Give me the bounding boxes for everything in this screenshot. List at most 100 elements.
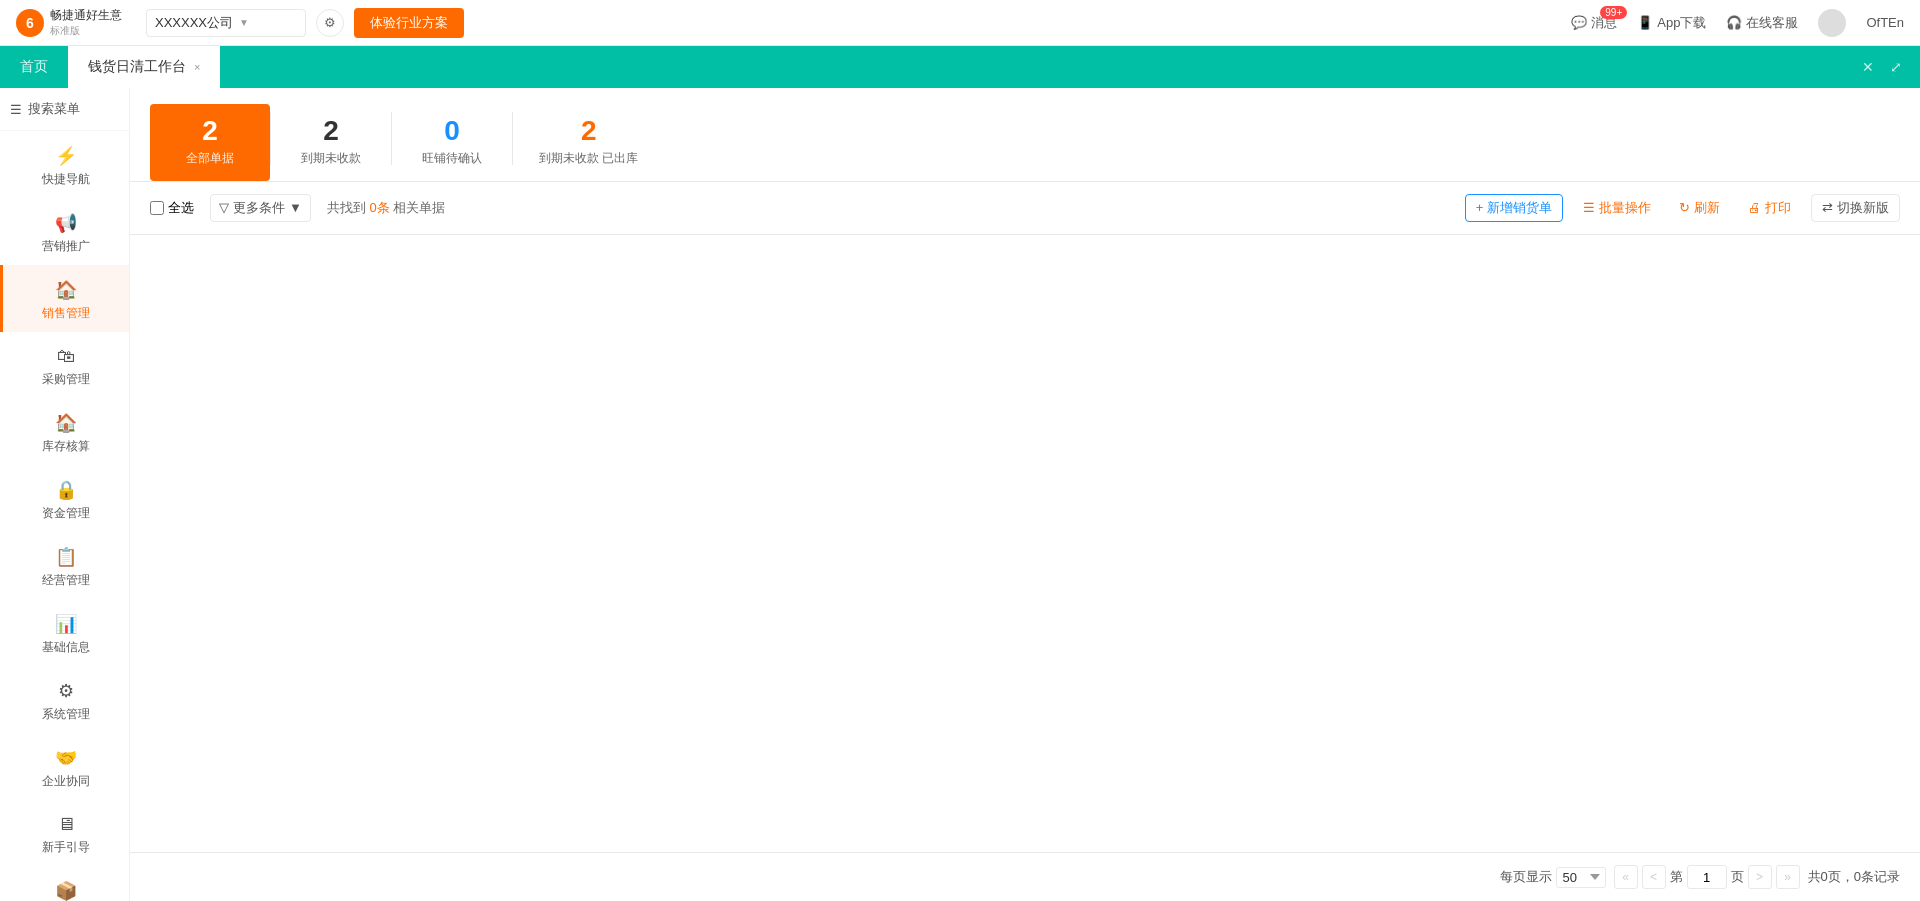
main-layout: ☰ 搜索菜单 ⚡ 快捷导航 📢 营销推广 🏠 销售管理 🛍 采购管理 🏠 库存核…: [0, 88, 1920, 901]
sidebar-item-basic-info[interactable]: 📊 基础信息: [0, 599, 129, 666]
sidebar-item-marketing[interactable]: 📢 营销推广: [0, 198, 129, 265]
trial-button[interactable]: 体验行业方案: [354, 8, 464, 38]
stat-num-all: 2: [202, 114, 218, 148]
switch-icon: ⇄: [1822, 200, 1833, 215]
sidebar-item-guide[interactable]: 🖥 新手引导: [0, 800, 129, 866]
select-all-checkbox[interactable]: 全选: [150, 199, 194, 217]
filter-button[interactable]: ▽ 更多条件 ▼: [210, 194, 311, 222]
stats-row: 2 全部单据 2 到期未收款 0 旺铺待确认 2 到期未收款 已出库: [130, 88, 1920, 182]
sidebar-item-system[interactable]: ⚙ 系统管理: [0, 666, 129, 733]
tab-home[interactable]: 首页: [0, 46, 68, 88]
app-center-icon: 📦: [55, 880, 77, 901]
found-text: 共找到 0条 相关单据: [327, 199, 445, 217]
switch-version-button[interactable]: ⇄ 切换新版: [1811, 194, 1900, 222]
message-badge: 99+: [1600, 6, 1627, 19]
purchase-icon: 🛍: [57, 346, 75, 367]
chevron-filter-icon: ▼: [289, 200, 302, 215]
first-page-button[interactable]: «: [1614, 865, 1638, 889]
select-all-input[interactable]: [150, 201, 164, 215]
top-header: 6 畅捷通好生意 标准版 XXXXXX公司 ▼ ⚙ 体验行业方案 💬 消息 99…: [0, 0, 1920, 46]
stat-card-shipped[interactable]: 2 到期未收款 已出库: [513, 104, 664, 181]
sidebar: ☰ 搜索菜单 ⚡ 快捷导航 📢 营销推广 🏠 销售管理 🛍 采购管理 🏠 库存核…: [0, 88, 130, 901]
sidebar-item-purchase[interactable]: 🛍 采购管理: [0, 332, 129, 398]
download-icon: 📱: [1637, 15, 1653, 30]
logo-text: 畅捷通好生意 标准版: [50, 8, 122, 37]
page-suffix: 页: [1731, 868, 1744, 886]
stat-label-overdue: 到期未收款: [301, 150, 361, 167]
tab-work-bench[interactable]: 钱货日清工作台 ×: [68, 46, 220, 88]
message-button[interactable]: 💬 消息 99+: [1571, 14, 1617, 32]
toolbar: 全选 ▽ 更多条件 ▼ 共找到 0条 相关单据 + 新增销货单 ☰ 批量操作 ↻: [130, 182, 1920, 235]
refresh-button[interactable]: ↻ 刷新: [1671, 195, 1728, 221]
cooperation-icon: 🤝: [55, 747, 77, 769]
online-service-button[interactable]: 🎧 在线客服: [1726, 14, 1798, 32]
company-name: XXXXXX公司: [155, 14, 233, 32]
sidebar-item-sales[interactable]: 🏠 销售管理: [0, 265, 129, 332]
add-sale-button[interactable]: + 新增销货单: [1465, 194, 1563, 222]
inventory-icon: 🏠: [55, 412, 77, 434]
message-icon: 💬: [1571, 15, 1587, 30]
stat-num-shipped: 2: [581, 114, 597, 148]
avatar[interactable]: [1818, 9, 1846, 37]
search-menu-button[interactable]: ☰ 搜索菜单: [0, 88, 129, 131]
sidebar-item-cooperation[interactable]: 🤝 企业协同: [0, 733, 129, 800]
sidebar-item-operations[interactable]: 📋 经营管理: [0, 532, 129, 599]
sidebar-item-app-center[interactable]: 📦 应用中心: [0, 866, 129, 901]
settings-button[interactable]: ⚙: [316, 9, 344, 37]
quick-nav-icon: ⚡: [55, 145, 77, 167]
gear-icon: ⚙: [324, 15, 336, 30]
content-area: 2 全部单据 2 到期未收款 0 旺铺待确认 2 到期未收款 已出库: [130, 88, 1920, 901]
page-label: 第: [1670, 868, 1683, 886]
page-nav: « < 第 页 > »: [1614, 865, 1800, 889]
sidebar-item-finance[interactable]: 🔒 资金管理: [0, 465, 129, 532]
stat-label-all: 全部单据: [186, 150, 234, 167]
app-download-button[interactable]: 📱 App下载: [1637, 14, 1706, 32]
page-size-select-input[interactable]: 10 20 50 100: [1556, 867, 1606, 888]
sales-icon: 🏠: [55, 279, 77, 301]
last-page-button[interactable]: »: [1776, 865, 1800, 889]
refresh-icon: ↻: [1679, 200, 1690, 215]
stat-num-wangpu: 0: [444, 114, 460, 148]
logo-area: 6 畅捷通好生意 标准版: [16, 8, 146, 37]
stat-card-overdue[interactable]: 2 到期未收款: [271, 104, 391, 181]
header-right: 💬 消息 99+ 📱 App下载 🎧 在线客服 OfTEn: [1571, 9, 1904, 37]
service-icon: 🎧: [1726, 15, 1742, 30]
close-tab-button[interactable]: ✕: [1854, 55, 1882, 79]
stat-label-shipped: 到期未收款 已出库: [539, 150, 638, 167]
maximize-tab-button[interactable]: ⤢: [1882, 55, 1910, 79]
stat-label-wangpu: 旺铺待确认: [422, 150, 482, 167]
table-area: [130, 235, 1920, 852]
basic-info-icon: 📊: [55, 613, 77, 635]
found-count: 0条: [370, 200, 390, 215]
page-size-selector[interactable]: 每页显示 10 20 50 100: [1500, 867, 1606, 888]
search-icon: ☰: [10, 102, 22, 117]
stat-card-wangpu[interactable]: 0 旺铺待确认: [392, 104, 512, 181]
page-number-input[interactable]: [1687, 865, 1727, 889]
batch-icon: ☰: [1583, 200, 1595, 215]
avatar-name: OfTEn: [1866, 15, 1904, 30]
stat-num-overdue: 2: [323, 114, 339, 148]
print-button[interactable]: 🖨 打印: [1740, 195, 1799, 221]
prev-page-button[interactable]: <: [1642, 865, 1666, 889]
sidebar-item-inventory[interactable]: 🏠 库存核算: [0, 398, 129, 465]
logo-icon: 6: [16, 9, 44, 37]
guide-icon: 🖥: [57, 814, 75, 835]
operations-icon: 📋: [55, 546, 77, 568]
tab-close-icon[interactable]: ×: [194, 61, 200, 73]
stat-card-all[interactable]: 2 全部单据: [150, 104, 270, 181]
filter-icon: ▽: [219, 200, 229, 215]
batch-operation-button[interactable]: ☰ 批量操作: [1575, 195, 1659, 221]
system-icon: ⚙: [58, 680, 74, 702]
company-selector[interactable]: XXXXXX公司 ▼: [146, 9, 306, 37]
chevron-down-icon: ▼: [239, 17, 249, 28]
nav-tabs: 首页 钱货日清工作台 × ✕ ⤢: [0, 46, 1920, 88]
tab-controls: ✕ ⤢: [1854, 55, 1920, 79]
next-page-button[interactable]: >: [1748, 865, 1772, 889]
total-info: 共0页，0条记录: [1808, 868, 1900, 886]
toolbar-right: + 新增销货单 ☰ 批量操作 ↻ 刷新 🖨 打印 ⇄ 切换新版: [1465, 194, 1900, 222]
pagination: 每页显示 10 20 50 100 « < 第 页 > » 共0页，0条记录: [130, 852, 1920, 901]
finance-icon: 🔒: [55, 479, 77, 501]
marketing-icon: 📢: [55, 212, 77, 234]
sidebar-item-quick-nav[interactable]: ⚡ 快捷导航: [0, 131, 129, 198]
print-icon: 🖨: [1748, 200, 1761, 215]
